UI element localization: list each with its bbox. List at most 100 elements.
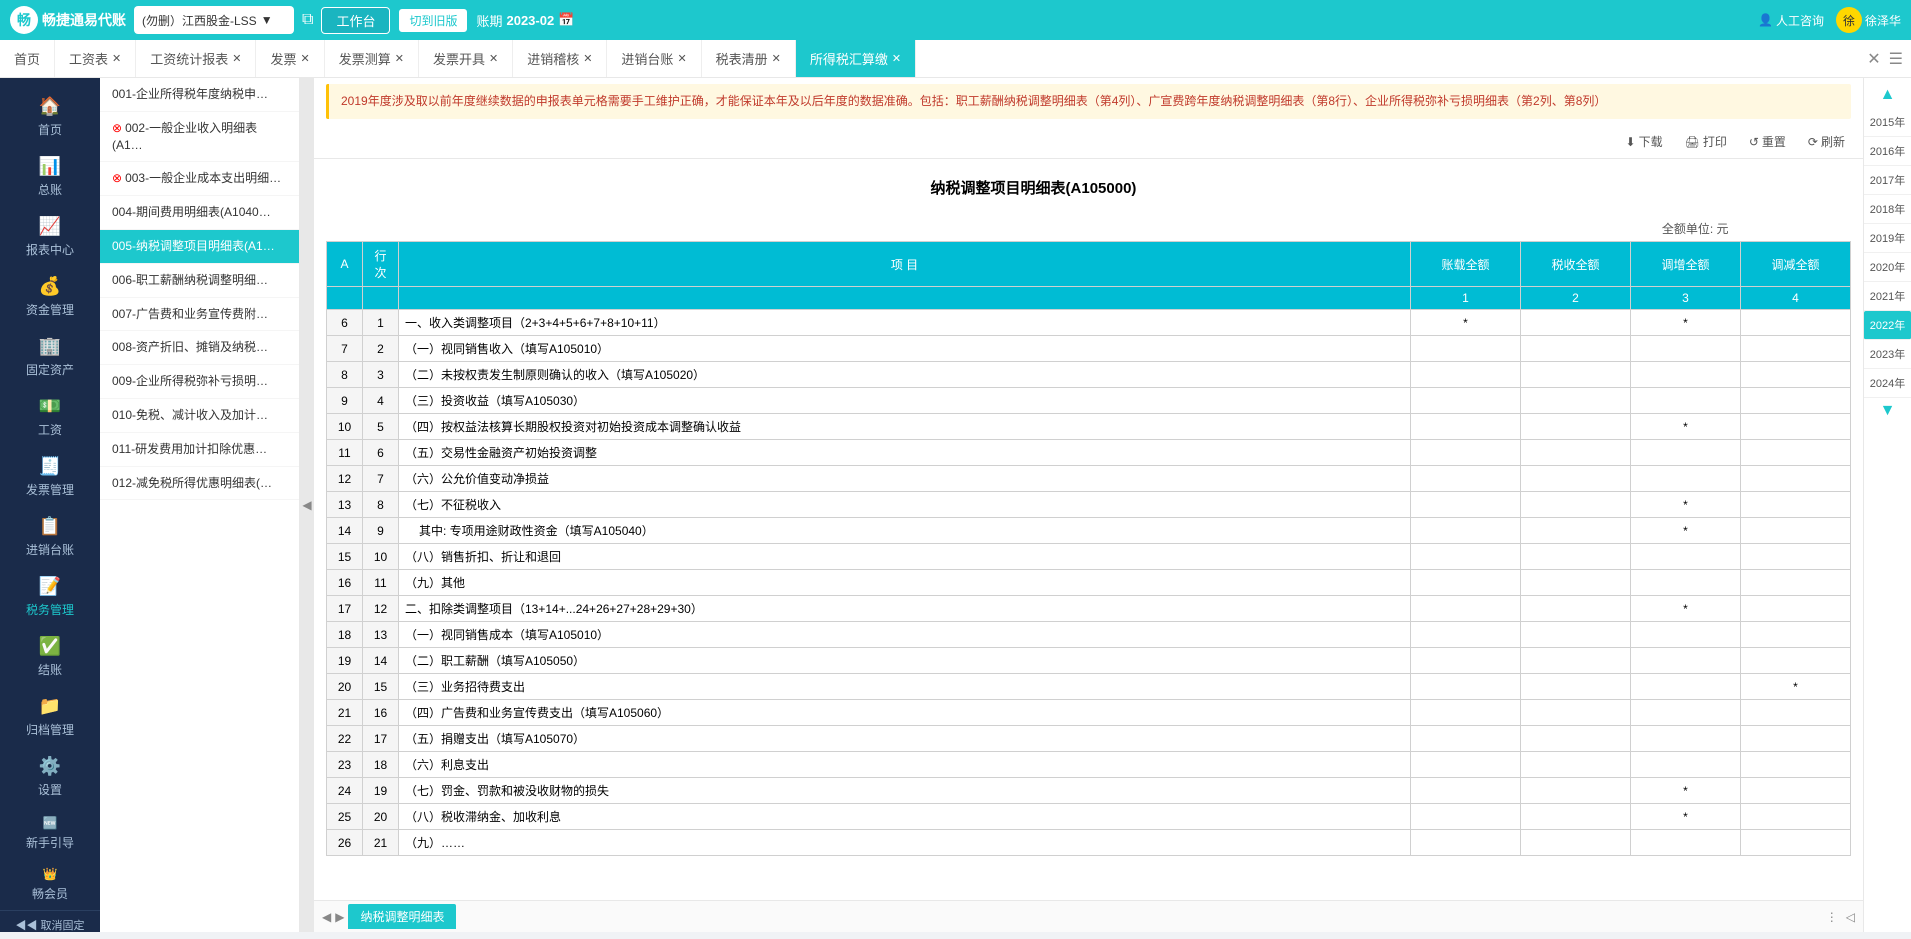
cell-14-3[interactable] <box>1631 648 1741 674</box>
cell-20-2[interactable] <box>1521 804 1631 830</box>
left-panel-item-007[interactable]: 007-广告费和业务宣传费附… <box>100 298 299 332</box>
cell-18-4[interactable] <box>1741 752 1851 778</box>
tab-invoice-open[interactable]: 发票开具 ✕ <box>419 40 513 78</box>
item-6[interactable]: （五）交易性金融资产初始投资调整 <box>399 440 1411 466</box>
cell-12-1[interactable] <box>1411 596 1521 622</box>
year-2021[interactable]: 2021年 <box>1864 282 1911 311</box>
refresh-button[interactable]: ⟳ 刷新 <box>1802 131 1851 152</box>
cell-9-4[interactable] <box>1741 518 1851 544</box>
tab-home[interactable]: 首页 <box>0 40 55 78</box>
tab-payroll-close[interactable]: ✕ <box>112 52 121 65</box>
sidebar-item-guide[interactable]: 🆕 新手引导 <box>0 808 100 859</box>
cell-9-3[interactable]: * <box>1631 518 1741 544</box>
cell-1-1[interactable]: * <box>1411 310 1521 336</box>
sidebar-item-purchase-sales[interactable]: 📋 进销台账 <box>0 508 100 566</box>
sidebar-item-finance[interactable]: 💰 资金管理 <box>0 268 100 326</box>
item-8[interactable]: （七）不征税收入 <box>399 492 1411 518</box>
tab-income-tax-close[interactable]: ✕ <box>892 52 901 65</box>
item-18[interactable]: （六）利息支出 <box>399 752 1411 778</box>
settings-icon[interactable]: ☰ <box>1889 49 1903 69</box>
tab-scroll-right[interactable]: ▶ <box>335 910 344 924</box>
cell-21-2[interactable] <box>1521 830 1631 856</box>
user-menu[interactable]: 徐 徐泽华 <box>1836 7 1901 33</box>
cell-4-1[interactable] <box>1411 388 1521 414</box>
cell-17-3[interactable] <box>1631 726 1741 752</box>
sidebar-item-fixed-assets[interactable]: 🏢 固定资产 <box>0 328 100 386</box>
sidebar-item-report-center[interactable]: 📈 报表中心 <box>0 208 100 266</box>
tab-payroll[interactable]: 工资表 ✕ <box>55 40 136 78</box>
cell-16-2[interactable] <box>1521 700 1631 726</box>
cell-1-3[interactable]: * <box>1631 310 1741 336</box>
cell-2-3[interactable] <box>1631 336 1741 362</box>
cell-12-2[interactable] <box>1521 596 1631 622</box>
tab-invoice-calc-close[interactable]: ✕ <box>395 52 404 65</box>
left-panel-item-006[interactable]: 006-职工薪酬纳税调整明细… <box>100 264 299 298</box>
cell-5-2[interactable] <box>1521 414 1631 440</box>
cell-6-1[interactable] <box>1411 440 1521 466</box>
cell-21-4[interactable] <box>1741 830 1851 856</box>
cell-8-3[interactable]: * <box>1631 492 1741 518</box>
item-11[interactable]: （九）其他 <box>399 570 1411 596</box>
cell-5-1[interactable] <box>1411 414 1521 440</box>
cell-19-2[interactable] <box>1521 778 1631 804</box>
cell-4-2[interactable] <box>1521 388 1631 414</box>
tab-income-tax[interactable]: 所得税汇算缴 ✕ <box>796 40 916 78</box>
cell-21-1[interactable] <box>1411 830 1521 856</box>
tab-sales-audit-close[interactable]: ✕ <box>583 52 592 65</box>
cell-15-2[interactable] <box>1521 674 1631 700</box>
left-panel-item-011[interactable]: 011-研发费用加计扣除优惠… <box>100 433 299 467</box>
cell-5-3[interactable]: * <box>1631 414 1741 440</box>
cell-9-1[interactable] <box>1411 518 1521 544</box>
close-all-icon[interactable]: ✕ <box>1867 49 1880 69</box>
tab-invoice-calc[interactable]: 发票测算 ✕ <box>325 40 419 78</box>
copy-icon[interactable]: ⧉ <box>302 11 313 29</box>
item-4[interactable]: （三）投资收益（填写A105030） <box>399 388 1411 414</box>
cell-6-4[interactable] <box>1741 440 1851 466</box>
cell-5-4[interactable] <box>1741 414 1851 440</box>
year-2022[interactable]: 2022年 <box>1864 311 1911 340</box>
cell-17-2[interactable] <box>1521 726 1631 752</box>
cell-3-3[interactable] <box>1631 362 1741 388</box>
cell-13-2[interactable] <box>1521 622 1631 648</box>
sidebar-item-invoice-mgmt[interactable]: 🧾 发票管理 <box>0 448 100 506</box>
cell-8-1[interactable] <box>1411 492 1521 518</box>
item-9[interactable]: 其中: 专项用途财政性资金（填写A105040） <box>399 518 1411 544</box>
cell-18-3[interactable] <box>1631 752 1741 778</box>
cell-2-2[interactable] <box>1521 336 1631 362</box>
left-panel-item-010[interactable]: 010-免税、减计收入及加计… <box>100 399 299 433</box>
cell-16-4[interactable] <box>1741 700 1851 726</box>
sidebar-item-member[interactable]: 👑 畅会员 <box>0 859 100 910</box>
table-container[interactable]: 纳税调整项目明细表(A105000) 全额单位: 元 A 行次 项 目 <box>314 159 1863 900</box>
cell-3-4[interactable] <box>1741 362 1851 388</box>
item-5[interactable]: （四）按权益法核算长期股权投资对初始投资成本调整确认收益 <box>399 414 1411 440</box>
left-panel-item-004[interactable]: 004-期间费用明细表(A1040… <box>100 196 299 230</box>
cell-16-3[interactable] <box>1631 700 1741 726</box>
cell-12-3[interactable]: * <box>1631 596 1741 622</box>
cell-17-4[interactable] <box>1741 726 1851 752</box>
tab-payroll-report[interactable]: 工资统计报表 ✕ <box>136 40 256 78</box>
cell-12-4[interactable] <box>1741 596 1851 622</box>
cell-3-1[interactable] <box>1411 362 1521 388</box>
left-panel-item-008[interactable]: 008-资产折旧、摊销及纳税… <box>100 331 299 365</box>
item-16[interactable]: （四）广告费和业务宣传费支出（填写A105060） <box>399 700 1411 726</box>
tab-scroll-left[interactable]: ◀ <box>322 910 331 924</box>
item-14[interactable]: （二）职工薪酬（填写A105050） <box>399 648 1411 674</box>
item-7[interactable]: （六）公允价值变动净损益 <box>399 466 1411 492</box>
year-down-button[interactable]: ▼ <box>1876 398 1900 424</box>
item-3[interactable]: （二）未按权责发生制原则确认的收入（填写A105020） <box>399 362 1411 388</box>
cell-17-1[interactable] <box>1411 726 1521 752</box>
tab-options-icon[interactable]: ⋮ <box>1826 910 1838 924</box>
year-2020[interactable]: 2020年 <box>1864 253 1911 282</box>
cell-7-3[interactable] <box>1631 466 1741 492</box>
cell-4-4[interactable] <box>1741 388 1851 414</box>
cell-16-1[interactable] <box>1411 700 1521 726</box>
item-12[interactable]: 二、扣除类调整项目（13+14+...24+26+27+28+29+30） <box>399 596 1411 622</box>
left-panel-item-003[interactable]: ⊗003-一般企业成本支出明细… <box>100 162 299 196</box>
left-panel-item-002[interactable]: ⊗002-一般企业收入明细表(A1… <box>100 112 299 163</box>
year-2019[interactable]: 2019年 <box>1864 224 1911 253</box>
cell-13-4[interactable] <box>1741 622 1851 648</box>
item-2[interactable]: （一）视同销售收入（填写A105010） <box>399 336 1411 362</box>
sheet-tab-tax-adjust[interactable]: 纳税调整明细表 <box>348 904 456 929</box>
item-13[interactable]: （一）视同销售成本（填写A105010） <box>399 622 1411 648</box>
cell-10-2[interactable] <box>1521 544 1631 570</box>
